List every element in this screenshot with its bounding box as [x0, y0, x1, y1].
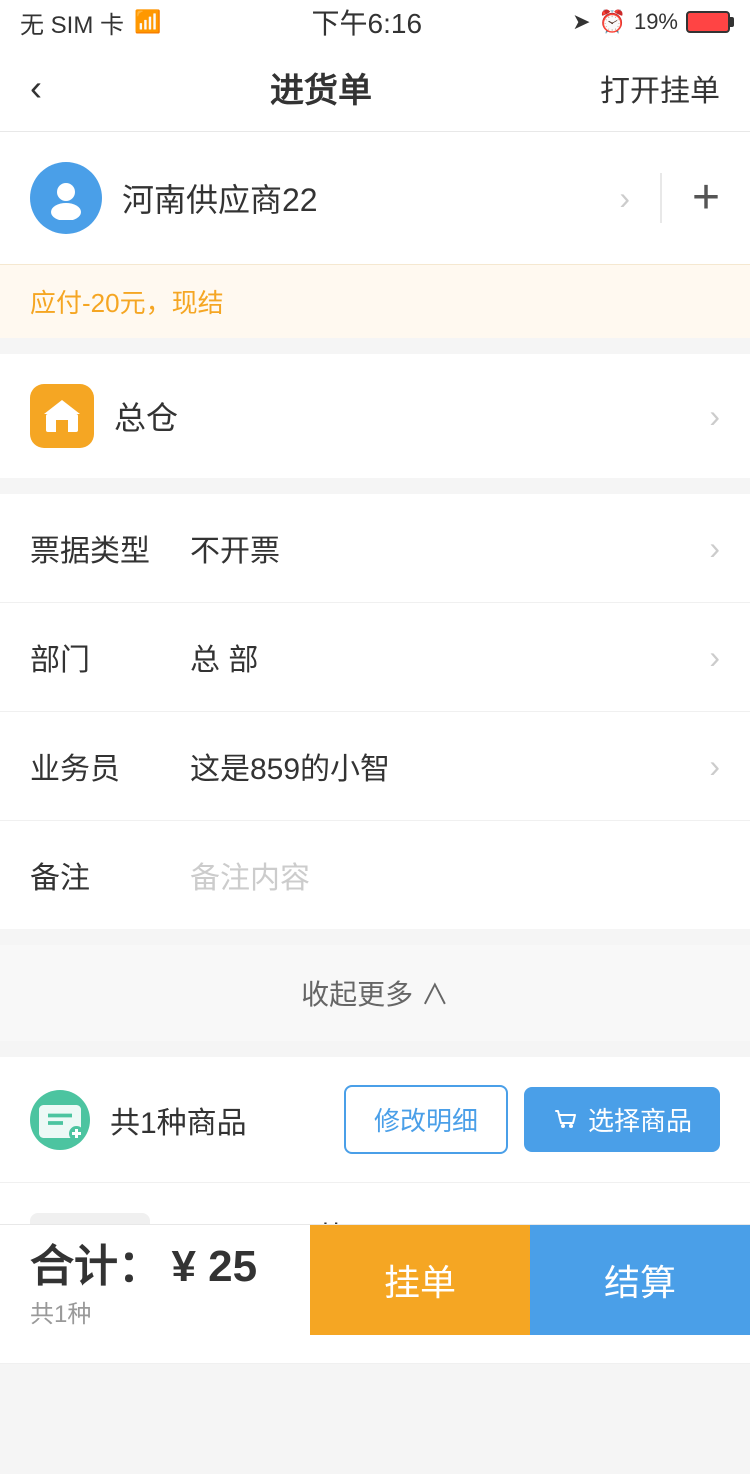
- location-icon: ➤: [572, 9, 590, 35]
- ticket-type-value: 不开票: [190, 526, 709, 570]
- total-label: 合计：: [30, 1242, 162, 1291]
- ticket-type-row[interactable]: 票据类型 不开票 ›: [0, 494, 750, 603]
- select-product-button[interactable]: 选择商品: [524, 1087, 720, 1152]
- remark-label: 备注: [30, 853, 170, 897]
- status-right: ➤ ⏰ 19%: [572, 9, 730, 35]
- products-count: 共1种商品: [110, 1098, 344, 1142]
- salesperson-label: 业务员: [30, 744, 170, 788]
- cart-icon: [552, 1106, 580, 1134]
- collapse-row[interactable]: 收起更多 ∧: [0, 945, 750, 1041]
- supplier-chevron-icon: ›: [619, 180, 630, 217]
- battery-percent: 19%: [634, 9, 678, 35]
- open-hold-button[interactable]: 打开挂单: [600, 66, 720, 110]
- supplier-row[interactable]: 河南供应商22 › +: [0, 132, 750, 264]
- remark-input[interactable]: 备注内容: [190, 853, 720, 897]
- salesperson-row[interactable]: 业务员 这是859的小智 ›: [0, 712, 750, 821]
- form-section: 票据类型 不开票 › 部门 总 部 › 业务员 这是859的小智 › 备注 备注…: [0, 494, 750, 929]
- bottom-bar: 合计： ¥ 25 共1种 挂单 结算: [0, 1224, 750, 1334]
- payment-notice: 应付-20元，现结: [0, 264, 750, 338]
- department-label: 部门: [30, 635, 170, 679]
- hold-button[interactable]: 挂单: [310, 1225, 530, 1335]
- ticket-type-label: 票据类型: [30, 526, 170, 570]
- total-amount: 合计： ¥ 25: [30, 1230, 280, 1294]
- department-chevron-icon: ›: [709, 639, 720, 676]
- total-count: 共1种: [30, 1294, 280, 1329]
- supplier-divider: [660, 173, 662, 223]
- supplier-name: 河南供应商22: [122, 175, 619, 221]
- carrier-label: 无 SIM 卡: [20, 5, 124, 40]
- department-row[interactable]: 部门 总 部 ›: [0, 603, 750, 712]
- nav-bar: ‹ 进货单 打开挂单: [0, 44, 750, 132]
- salesperson-value: 这是859的小智: [190, 744, 709, 788]
- status-left: 无 SIM 卡 📶: [20, 5, 161, 40]
- remark-row[interactable]: 备注 备注内容: [0, 821, 750, 929]
- alarm-icon: ⏰: [599, 9, 626, 35]
- warehouse-icon: [30, 384, 94, 448]
- supplier-avatar: [30, 162, 102, 234]
- department-value: 总 部: [190, 635, 709, 679]
- battery-icon: [686, 11, 730, 33]
- ticket-type-chevron-icon: ›: [709, 530, 720, 567]
- select-product-label: 选择商品: [588, 1101, 692, 1138]
- back-button[interactable]: ‹: [30, 67, 42, 109]
- checkout-button[interactable]: 结算: [530, 1225, 750, 1335]
- wifi-icon: 📶: [134, 9, 161, 35]
- warehouse-section[interactable]: 总仓 ›: [0, 354, 750, 478]
- status-bar: 无 SIM 卡 📶 下午6:16 ➤ ⏰ 19%: [0, 0, 750, 44]
- collapse-label: 收起更多 ∧: [301, 979, 449, 1010]
- warehouse-name: 总仓: [114, 393, 709, 439]
- total-value: ¥ 25: [171, 1242, 257, 1291]
- products-icon: [30, 1090, 90, 1150]
- time-label: 下午6:16: [312, 2, 423, 42]
- salesperson-chevron-icon: ›: [709, 748, 720, 785]
- page-title: 进货单: [270, 63, 372, 112]
- add-supplier-button[interactable]: +: [692, 174, 720, 222]
- warehouse-chevron-icon: ›: [709, 398, 720, 435]
- supplier-section: 河南供应商22 › + 应付-20元，现结: [0, 132, 750, 338]
- edit-details-button[interactable]: 修改明细: [344, 1085, 508, 1154]
- products-header: 共1种商品 修改明细 选择商品: [0, 1057, 750, 1183]
- total-section: 合计： ¥ 25 共1种: [0, 1230, 310, 1329]
